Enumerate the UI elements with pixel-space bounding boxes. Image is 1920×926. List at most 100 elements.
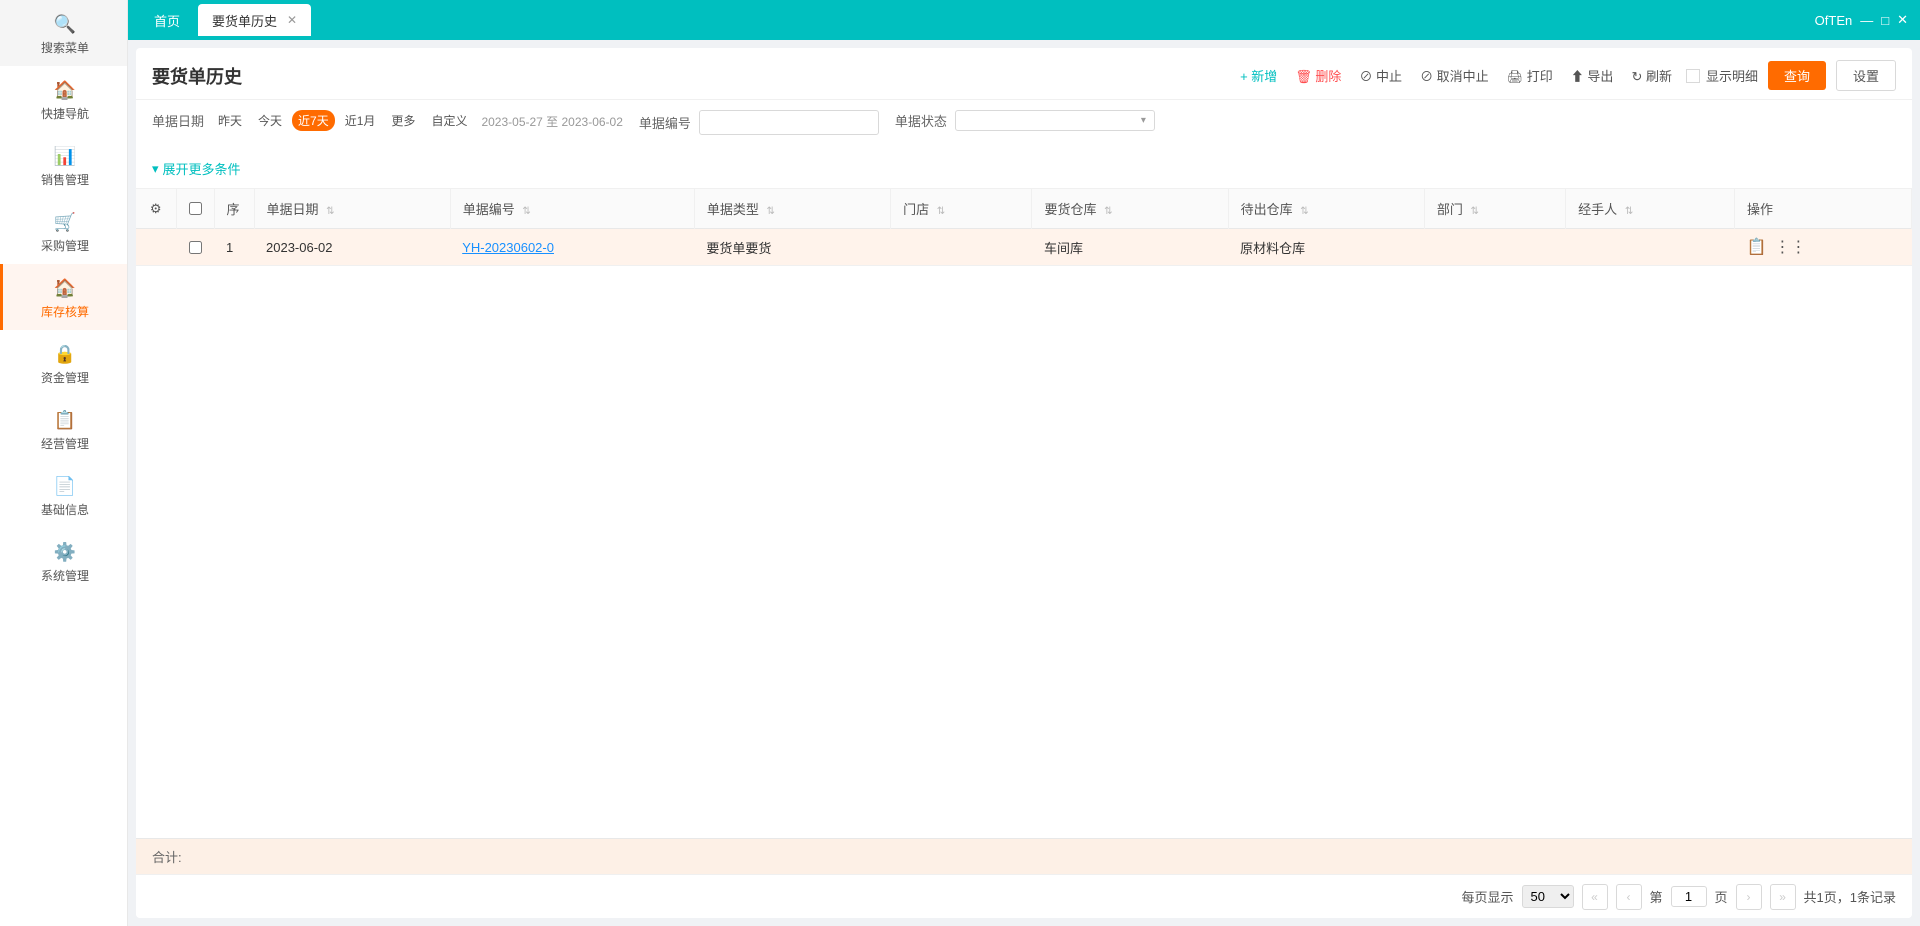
tab-active-label: 要货单历史: [212, 11, 277, 30]
sidebar-item-sales-mgmt[interactable]: 📊 销售管理: [0, 132, 127, 198]
doc-status-filter-group: 单据状态 ▾: [895, 110, 1155, 131]
sidebar-item-basic-info[interactable]: 📄 基础信息: [0, 462, 127, 528]
td-department: [1424, 229, 1565, 266]
first-page-button[interactable]: «: [1582, 884, 1608, 910]
sidebar-item-finance-mgmt[interactable]: 🔒 资金管理: [0, 330, 127, 396]
th-date: 单据日期 ⇅: [254, 189, 450, 229]
page-size-select[interactable]: 50 20 100: [1522, 885, 1574, 908]
th-doc-type: 单据类型 ⇅: [694, 189, 890, 229]
row-edit-icon[interactable]: 📋: [1746, 237, 1766, 257]
settings-button[interactable]: 设置: [1836, 60, 1896, 91]
date-filter-label: 单据日期: [152, 111, 204, 130]
sort-icon: ⇅: [1300, 206, 1308, 217]
td-doc-type: 要货单要货: [694, 229, 890, 266]
stop-button[interactable]: ⊘ 中止: [1355, 64, 1406, 87]
ops-icon: 📋: [54, 410, 76, 431]
tab-active[interactable]: 要货单历史 ✕: [198, 4, 311, 36]
sidebar-item-purchase-mgmt[interactable]: 🛒 采购管理: [0, 198, 127, 264]
basic-info-icon: 📄: [54, 476, 76, 497]
print-button[interactable]: 🖨 打印: [1503, 64, 1557, 87]
td-empty: [136, 229, 176, 266]
table-container: ⚙ 序 单据日期 ⇅: [136, 189, 1912, 838]
minimize-button[interactable]: —: [1860, 13, 1873, 28]
date-filter-group: 单据日期 昨天 今天 近7天 近1月 更多 自定义 2023-05-27 至 2…: [152, 110, 623, 131]
doc-status-select[interactable]: ▾: [955, 110, 1155, 131]
doc-no-input[interactable]: [699, 110, 879, 135]
date-option-custom[interactable]: 自定义: [425, 110, 473, 131]
tab-home[interactable]: 首页: [140, 4, 194, 36]
sidebar-item-sys-mgmt[interactable]: ⚙️ 系统管理: [0, 528, 127, 594]
doc-no-filter-group: 单据编号: [639, 110, 879, 135]
td-actions: 📋 ⋮⋮: [1734, 229, 1911, 266]
main-area: 首页 要货单历史 ✕ OfTEn — □ ✕ 要货单历史 + 新增 🗑 删除 ⊘…: [128, 0, 1920, 926]
display-detail-toggle[interactable]: 显示明细: [1686, 66, 1758, 85]
th-checkbox: [176, 189, 214, 229]
cancel-stop-button[interactable]: ⊘ 取消中止: [1416, 64, 1493, 87]
export-button[interactable]: ⬆ 导出: [1567, 64, 1618, 87]
th-doc-no: 单据编号 ⇅: [450, 189, 694, 229]
content-wrapper: 要货单历史 + 新增 🗑 删除 ⊘ 中止 ⊘ 取消中止 🖨 打印 ⬆ 导出 ↻ …: [128, 40, 1920, 926]
th-actions: 操作: [1734, 189, 1911, 229]
sidebar-item-search-menu[interactable]: 🔍 搜索菜单: [0, 0, 127, 66]
prev-page-button[interactable]: ‹: [1616, 884, 1642, 910]
add-button[interactable]: + 新增: [1236, 64, 1281, 87]
date-option-today[interactable]: 今天: [252, 110, 288, 131]
top-bar-right: OfTEn — □ ✕: [1815, 12, 1908, 28]
close-button[interactable]: ✕: [1897, 12, 1908, 28]
select-all-checkbox[interactable]: [189, 202, 202, 215]
date-option-yesterday[interactable]: 昨天: [212, 110, 248, 131]
expand-more-button[interactable]: ▾ 展开更多条件: [152, 155, 1896, 182]
td-handler: [1566, 229, 1735, 266]
sys-icon: ⚙️: [54, 542, 76, 563]
expand-more-label: 展开更多条件: [163, 159, 241, 178]
sidebar: 🔍 搜索菜单 🏠 快捷导航 📊 销售管理 🛒 采购管理 🏠 库存核算 🔒 资金管…: [0, 0, 128, 926]
th-settings: ⚙: [136, 189, 176, 229]
quick-nav-icon: 🏠: [54, 80, 76, 101]
date-option-7days[interactable]: 近7天: [292, 110, 335, 131]
last-page-button[interactable]: »: [1770, 884, 1796, 910]
query-button[interactable]: 查询: [1768, 61, 1826, 90]
date-options: 昨天 今天 近7天 近1月 更多 自定义: [212, 110, 473, 131]
td-store: [891, 229, 1032, 266]
goto-suffix: 页: [1715, 887, 1728, 906]
sidebar-item-label: 搜索菜单: [41, 39, 89, 56]
settings-icon[interactable]: ⚙: [150, 201, 162, 216]
tab-close-icon[interactable]: ✕: [287, 13, 297, 27]
td-doc-no[interactable]: YH-20230602-0: [450, 229, 694, 266]
sidebar-item-quick-nav[interactable]: 🏠 快捷导航: [0, 66, 127, 132]
sidebar-item-label: 销售管理: [41, 171, 89, 188]
sidebar-item-ops-mgmt[interactable]: 📋 经营管理: [0, 396, 127, 462]
filter-bar: 单据日期 昨天 今天 近7天 近1月 更多 自定义 2023-05-27 至 2…: [136, 100, 1912, 189]
sidebar-item-label: 经营管理: [41, 435, 89, 452]
sidebar-item-label: 基础信息: [41, 501, 89, 518]
current-page-input[interactable]: [1671, 886, 1707, 907]
row-more-icon[interactable]: ⋮⋮: [1774, 237, 1806, 257]
pagination-bar: 每页显示 50 20 100 « ‹ 第 页 › » 共1页，1条记录: [136, 874, 1912, 918]
goto-prefix: 第: [1650, 887, 1663, 906]
row-checkbox[interactable]: [189, 241, 202, 254]
sidebar-item-inventory[interactable]: 🏠 库存核算: [0, 264, 127, 330]
search-menu-icon: 🔍: [54, 14, 76, 35]
maximize-button[interactable]: □: [1881, 13, 1889, 28]
sidebar-item-label: 快捷导航: [41, 105, 89, 122]
td-pending-warehouse: 原材料仓库: [1228, 229, 1424, 266]
brand-label: OfTEn: [1815, 13, 1853, 28]
date-option-1month[interactable]: 近1月: [339, 110, 382, 131]
next-page-button[interactable]: ›: [1736, 884, 1762, 910]
td-date: 2023-06-02: [254, 229, 450, 266]
footer-bar: 合计:: [136, 838, 1912, 874]
date-option-more[interactable]: 更多: [385, 110, 421, 131]
table-header-row: ⚙ 序 单据日期 ⇅: [136, 189, 1912, 229]
th-num: 序: [214, 189, 254, 229]
display-detail-label: 显示明细: [1706, 66, 1758, 85]
td-num: 1: [214, 229, 254, 266]
refresh-button[interactable]: ↻ 刷新: [1627, 64, 1676, 87]
th-req-warehouse: 要货仓库 ⇅: [1032, 189, 1228, 229]
chevron-down-icon: ▾: [1141, 115, 1146, 126]
total-info: 共1页，1条记录: [1804, 887, 1896, 906]
td-req-warehouse: 车间库: [1032, 229, 1228, 266]
finance-icon: 🔒: [54, 344, 76, 365]
tab-home-label: 首页: [154, 11, 180, 30]
delete-button[interactable]: 🗑 删除: [1291, 64, 1345, 87]
td-checkbox: [176, 229, 214, 266]
